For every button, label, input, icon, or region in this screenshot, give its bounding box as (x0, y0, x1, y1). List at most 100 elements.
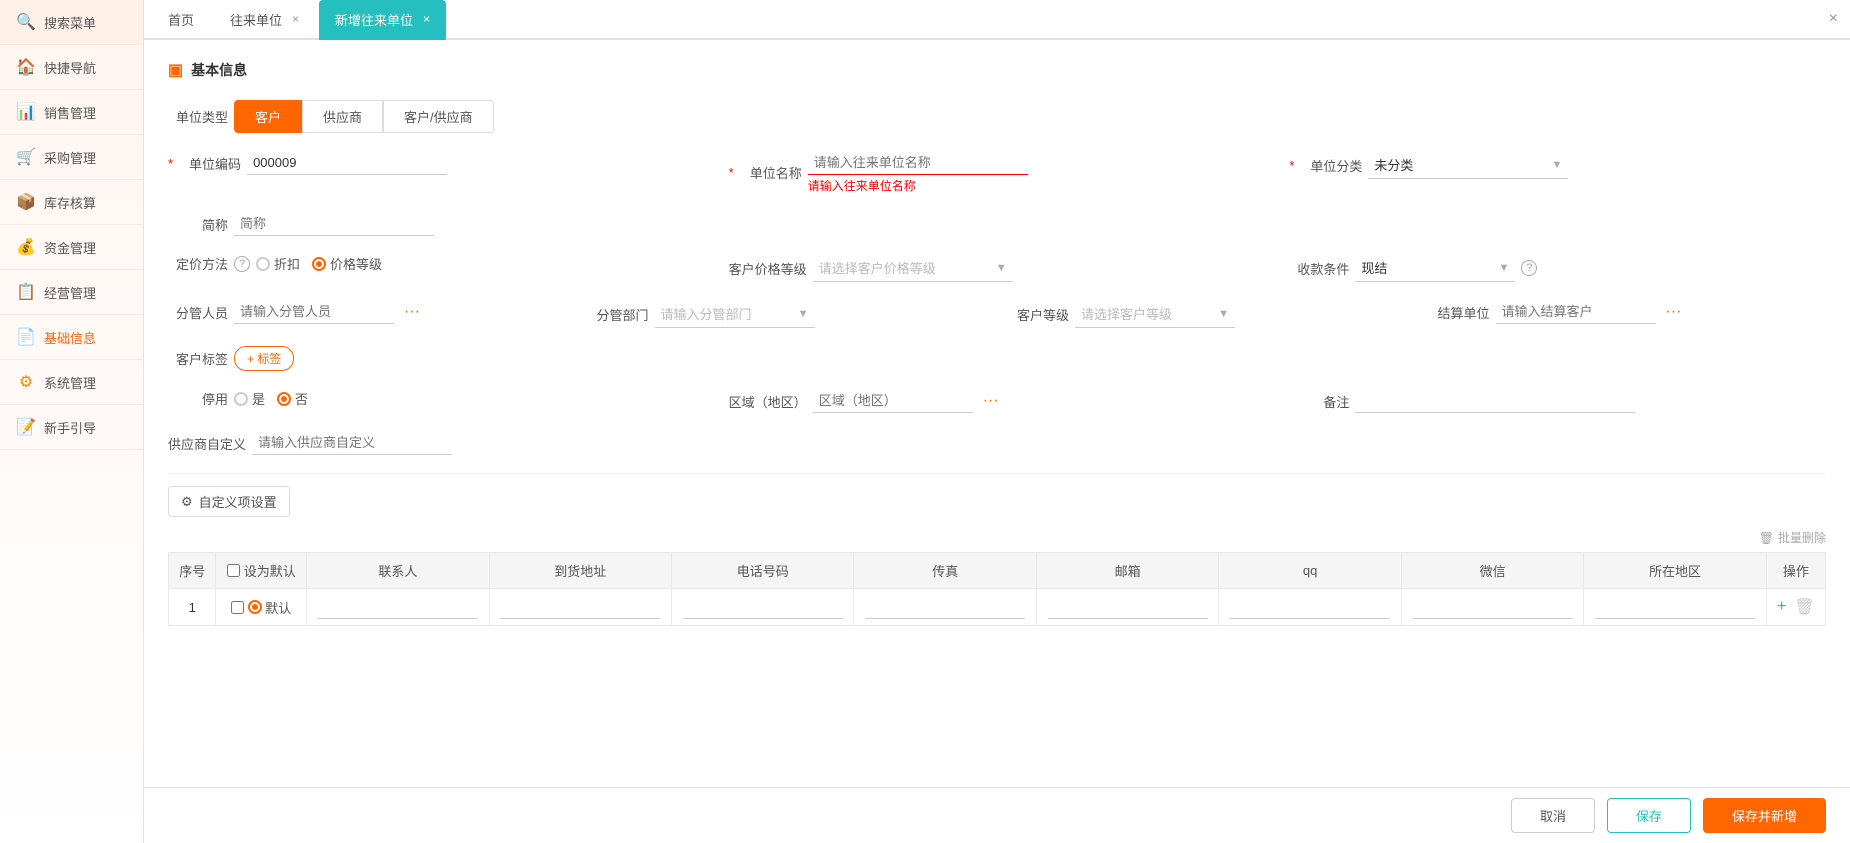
section-basic-info: ▣ 基本信息 (168, 60, 1826, 80)
footer-bar: 取消 保存 保存并新增 (144, 787, 1850, 843)
delete-icon: 🗑 (1759, 531, 1774, 545)
tab-new-partner[interactable]: 新增往来单位 × (319, 0, 446, 40)
type-btn-customer[interactable]: 客户 (234, 100, 302, 133)
cell-email[interactable] (1036, 589, 1218, 626)
disabled-yes[interactable]: 是 (234, 389, 265, 408)
save-button[interactable]: 保存 (1607, 798, 1691, 833)
dept-cell: 分管部门 请输入分管部门 ▼ (589, 300, 986, 328)
sidebar-item-sales[interactable]: 📊 销售管理 (0, 90, 143, 135)
cell-phone[interactable] (672, 589, 854, 626)
sidebar-item-beginner[interactable]: 📝 新手引导 (0, 405, 143, 450)
col-email: 邮箱 (1036, 553, 1218, 589)
manager-more-icon[interactable]: ··· (400, 303, 424, 321)
sidebar-item-operations[interactable]: 📋 经营管理 (0, 270, 143, 315)
select-all-checkbox[interactable] (227, 564, 240, 577)
window-close-icon[interactable]: × (1829, 10, 1838, 28)
dept-label: 分管部门 (589, 305, 649, 324)
code-input[interactable] (247, 151, 447, 175)
pricing-discount-radio[interactable] (256, 257, 270, 271)
pricing-help-icon[interactable]: ? (234, 256, 250, 272)
supplier-custom-input[interactable] (252, 431, 452, 455)
table-row: 1 默认 (169, 589, 1826, 626)
note-label: 备注 (1289, 392, 1349, 411)
customer-level-select[interactable]: 请选择客户等级 ▼ (1075, 300, 1235, 328)
sidebar-item-search[interactable]: 🔍 搜索菜单 (0, 0, 143, 45)
payment-cell: 收款条件 现结 ▼ ? (1289, 254, 1826, 282)
section-icon: ▣ (168, 60, 183, 80)
cell-address[interactable] (489, 589, 671, 626)
custom-settings-label: 自定义项设置 (199, 492, 277, 511)
contact-input[interactable] (318, 595, 478, 619)
add-tag-button[interactable]: + 标签 (234, 346, 294, 371)
region-input[interactable] (813, 389, 973, 413)
manager-input[interactable] (234, 300, 394, 324)
delete-row-icon[interactable]: 🗑 (1794, 597, 1814, 617)
tab-new-partner-close[interactable]: × (423, 12, 430, 26)
tab-partners-close[interactable]: × (292, 12, 299, 26)
payment-label: 收款条件 (1289, 259, 1349, 278)
save-new-button[interactable]: 保存并新增 (1703, 798, 1826, 833)
cell-wechat[interactable] (1401, 589, 1583, 626)
qq-input[interactable] (1230, 595, 1390, 619)
category-value: 未分类 (1374, 155, 1413, 174)
customer-level-arrow-icon: ▼ (1218, 308, 1229, 320)
fax-input[interactable] (865, 595, 1025, 619)
add-tag-label: + 标签 (247, 350, 281, 367)
payment-help-icon[interactable]: ? (1521, 260, 1537, 276)
type-btn-both[interactable]: 客户/供应商 (383, 100, 494, 133)
pricing-level[interactable]: 价格等级 (312, 254, 382, 273)
cell-district[interactable] (1584, 589, 1766, 626)
sidebar-item-finance[interactable]: 💰 资金管理 (0, 225, 143, 270)
region-more-icon[interactable]: ··· (979, 392, 1003, 410)
sidebar-item-system[interactable]: ⚙ 系统管理 (0, 360, 143, 405)
disabled-yes-radio[interactable] (234, 392, 248, 406)
default-radio[interactable] (248, 600, 262, 614)
settlement-more-icon[interactable]: ··· (1662, 303, 1686, 321)
tab-partners[interactable]: 往来单位 × (214, 0, 315, 40)
address-input[interactable] (500, 595, 660, 619)
category-required: * (1289, 158, 1294, 173)
sidebar-item-quick-nav[interactable]: 🏠 快捷导航 (0, 45, 143, 90)
settlement-label: 结算单位 (1430, 303, 1490, 322)
col-qq: qq (1219, 553, 1401, 589)
payment-select[interactable]: 现结 ▼ (1355, 254, 1515, 282)
custom-settings-button[interactable]: ⚙ 自定义项设置 (168, 486, 290, 517)
col-seq: 序号 (169, 553, 216, 589)
dept-placeholder: 请输入分管部门 (661, 304, 752, 323)
settlement-input[interactable] (1496, 300, 1656, 324)
note-input[interactable] (1355, 389, 1635, 413)
batch-delete-button[interactable]: 🗑 批量删除 (1759, 529, 1826, 546)
tab-home[interactable]: 首页 (152, 0, 210, 40)
code-cell: * 单位编码 (168, 151, 705, 175)
phone-input[interactable] (683, 595, 843, 619)
disabled-no-radio[interactable] (277, 392, 291, 406)
sidebar-item-purchase[interactable]: 🛒 采购管理 (0, 135, 143, 180)
row-checkbox[interactable] (231, 601, 244, 614)
inventory-icon: 📦 (16, 192, 36, 212)
category-select[interactable]: 未分类 ▼ (1368, 151, 1568, 179)
manager-row: 分管人员 ··· 分管部门 请输入分管部门 ▼ 客户等级 请选择客户等级 ▼ (168, 300, 1826, 328)
pricing-level-radio[interactable] (312, 257, 326, 271)
tab-partners-label: 往来单位 (230, 10, 282, 29)
default-radio-item[interactable]: 默认 (248, 598, 291, 617)
sidebar-item-inventory[interactable]: 📦 库存核算 (0, 180, 143, 225)
dept-select[interactable]: 请输入分管部门 ▼ (655, 300, 815, 328)
name-input[interactable] (808, 151, 1028, 175)
cell-default: 默认 (216, 589, 307, 626)
short-name-input[interactable] (234, 212, 434, 236)
cell-contact[interactable] (307, 589, 489, 626)
payment-arrow-icon: ▼ (1498, 262, 1509, 274)
disabled-no[interactable]: 否 (277, 389, 308, 408)
sidebar-item-basic-info[interactable]: 📄 基础信息 (0, 315, 143, 360)
district-input[interactable] (1595, 595, 1755, 619)
cell-qq[interactable] (1219, 589, 1401, 626)
cell-fax[interactable] (854, 589, 1036, 626)
tags-cell: 客户标签 + 标签 (168, 346, 1826, 371)
pricing-discount[interactable]: 折扣 (256, 254, 300, 273)
cancel-button[interactable]: 取消 (1511, 798, 1595, 833)
wechat-input[interactable] (1413, 595, 1573, 619)
price-level-select[interactable]: 请选择客户价格等级 ▼ (813, 254, 1013, 282)
email-input[interactable] (1048, 595, 1208, 619)
add-row-icon[interactable]: + (1777, 598, 1786, 616)
type-btn-supplier[interactable]: 供应商 (302, 100, 383, 133)
